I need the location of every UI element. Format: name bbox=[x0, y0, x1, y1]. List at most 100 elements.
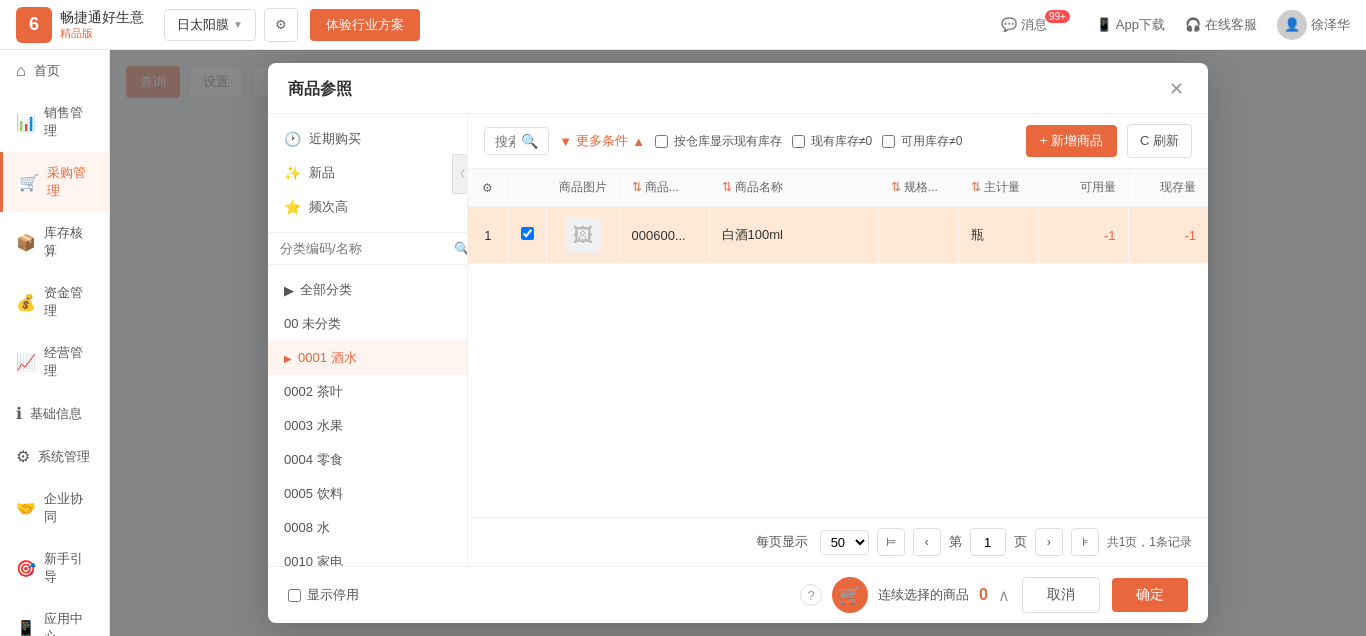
category-fruit-text: 0003 水果 bbox=[284, 417, 343, 435]
row-checkbox[interactable] bbox=[521, 227, 534, 240]
category-liquor[interactable]: ▶ 0001 酒水 bbox=[268, 341, 467, 375]
stock-ne0-checkbox[interactable] bbox=[792, 135, 805, 148]
category-beverage[interactable]: 0005 饮料 bbox=[268, 477, 467, 511]
th-unit[interactable]: ⇅ 主计量 bbox=[958, 169, 1038, 207]
category-snack-text: 0004 零食 bbox=[284, 451, 343, 469]
page-label: 第 bbox=[949, 533, 962, 551]
sidebar-item-finance[interactable]: 💰 资金管理 bbox=[0, 272, 109, 332]
finance-icon: 💰 bbox=[16, 293, 36, 312]
th-spec[interactable]: ⇅ 规格... bbox=[878, 169, 958, 207]
category-all[interactable]: ▶ 全部分类 bbox=[268, 273, 467, 307]
modal-right-panel: 🔍 ▼ 更多条件 ▲ 按仓库显示现有库存 bbox=[468, 114, 1208, 566]
category-search-input[interactable] bbox=[280, 241, 448, 256]
app-download-item[interactable]: 📱 App下载 bbox=[1096, 16, 1165, 34]
page-total-info: 共1页，1条记录 bbox=[1107, 534, 1192, 551]
category-tea[interactable]: 0002 茶叶 bbox=[268, 375, 467, 409]
sidebar-item-basics[interactable]: ℹ 基础信息 bbox=[0, 392, 109, 435]
warehouse-checkbox-group[interactable]: 按仓库显示现有库存 bbox=[655, 133, 782, 150]
help-icon[interactable]: ? bbox=[800, 584, 822, 606]
filter-button[interactable]: ▼ 更多条件 ▲ bbox=[559, 132, 645, 150]
collapse-button[interactable]: 《 bbox=[452, 154, 468, 194]
sidebar-system-label: 系统管理 bbox=[38, 448, 90, 466]
show-disabled-checkbox[interactable] bbox=[288, 589, 301, 602]
modal-title: 商品参照 bbox=[288, 79, 352, 100]
modal-close-button[interactable]: ✕ bbox=[1164, 77, 1188, 101]
th-code[interactable]: ⇅ 商品... bbox=[619, 169, 709, 207]
th-available: 可用量 bbox=[1038, 169, 1128, 207]
per-page-select[interactable]: 50 bbox=[820, 530, 869, 555]
add-goods-button[interactable]: + 新增商品 bbox=[1026, 125, 1117, 157]
cancel-button[interactable]: 取消 bbox=[1022, 577, 1100, 613]
confirm-button[interactable]: 确定 bbox=[1112, 578, 1188, 612]
category-snack[interactable]: 0004 零食 bbox=[268, 443, 467, 477]
sales-icon: 📊 bbox=[16, 113, 36, 132]
sidebar-item-sales[interactable]: 📊 销售管理 bbox=[0, 92, 109, 152]
row-checkbox-cell[interactable] bbox=[508, 207, 546, 264]
guide-icon: 🎯 bbox=[16, 559, 36, 578]
messages-label: 消息 bbox=[1021, 16, 1047, 34]
system-icon: ⚙ bbox=[16, 447, 30, 466]
th-settings[interactable]: ⚙ bbox=[468, 169, 508, 207]
online-service-item[interactable]: 🎧 在线客服 bbox=[1185, 16, 1257, 34]
cart-button[interactable]: 🛒 bbox=[832, 577, 868, 613]
sidebar-item-apps[interactable]: 📱 应用中心 bbox=[0, 598, 109, 636]
search-input-wrap: 🔍 bbox=[484, 127, 549, 155]
search-input[interactable] bbox=[495, 134, 515, 149]
show-disabled-group[interactable]: 显示停用 bbox=[288, 586, 359, 604]
category-uncategorized[interactable]: 00 未分类 bbox=[268, 307, 467, 341]
category-water[interactable]: 0008 水 bbox=[268, 511, 467, 545]
settings-icon-btn[interactable]: ⚙ bbox=[264, 8, 298, 42]
stock-ne0-checkbox-group[interactable]: 现有库存≠0 bbox=[792, 133, 872, 150]
page-number-input[interactable] bbox=[970, 528, 1006, 556]
store-selector[interactable]: 日太阳膜 ▼ bbox=[164, 9, 256, 41]
page-next-btn[interactable]: › bbox=[1035, 528, 1063, 556]
page-content: 查询 设置 刷新 商品参照 ✕ 🕐 bbox=[110, 50, 1366, 636]
sidebar-purchase-label: 采购管理 bbox=[47, 164, 93, 200]
logo-text-block: 畅捷通好生意 精品版 bbox=[60, 8, 144, 41]
category-fruit[interactable]: 0003 水果 bbox=[268, 409, 467, 443]
cart-collapse-arrow[interactable]: ∧ bbox=[998, 586, 1010, 605]
category-search-icon[interactable]: 🔍 bbox=[454, 241, 468, 256]
sidebar-item-system[interactable]: ⚙ 系统管理 bbox=[0, 435, 109, 478]
messages-item[interactable]: 💬 消息 99+ bbox=[1001, 16, 1076, 34]
table-row[interactable]: 1 🖼 bbox=[468, 207, 1208, 264]
inventory-icon: 📦 bbox=[16, 233, 36, 252]
avail-ne0-checkbox-group[interactable]: 可用库存≠0 bbox=[882, 133, 962, 150]
store-dropdown-arrow: ▼ bbox=[233, 19, 243, 30]
sidebar-guide-label: 新手引导 bbox=[44, 550, 93, 586]
sidebar-item-home[interactable]: ⌂ 首页 bbox=[0, 50, 109, 92]
quick-link-new[interactable]: ✨ 新品 bbox=[268, 156, 467, 190]
th-code-label: 商品... bbox=[645, 180, 679, 194]
th-name[interactable]: ⇅ 商品名称 bbox=[709, 169, 878, 207]
category-search: 🔍 bbox=[268, 233, 467, 265]
user-area[interactable]: 👤 徐泽华 bbox=[1277, 10, 1350, 40]
page-prev-btn[interactable]: ‹ bbox=[913, 528, 941, 556]
sidebar-item-guide[interactable]: 🎯 新手引导 bbox=[0, 538, 109, 598]
category-appliance[interactable]: 0010 家电 bbox=[268, 545, 467, 566]
data-table: ⚙ 商品图片 ⇅ 商品... bbox=[468, 169, 1208, 517]
modal-header: 商品参照 ✕ bbox=[268, 63, 1208, 114]
sidebar-item-purchase[interactable]: 🛒 采购管理 bbox=[0, 152, 109, 212]
sidebar-item-inventory[interactable]: 📦 库存核算 bbox=[0, 212, 109, 272]
app-name: 畅捷通好生意 bbox=[60, 8, 144, 26]
experience-button[interactable]: 体验行业方案 bbox=[310, 9, 420, 41]
refresh-button[interactable]: C 刷新 bbox=[1127, 124, 1192, 158]
avail-ne0-label: 可用库存≠0 bbox=[901, 133, 962, 150]
page-last-btn[interactable]: ⊧ bbox=[1071, 528, 1099, 556]
warehouse-checkbox[interactable] bbox=[655, 135, 668, 148]
product-img-placeholder: 🖼 bbox=[573, 224, 593, 247]
sidebar-inventory-label: 库存核算 bbox=[44, 224, 93, 260]
sidebar-apps-label: 应用中心 bbox=[44, 610, 93, 636]
row-image-cell: 🖼 bbox=[546, 207, 619, 264]
sidebar-item-operations[interactable]: 📈 经营管理 bbox=[0, 332, 109, 392]
search-submit-icon[interactable]: 🔍 bbox=[521, 133, 538, 149]
message-icon: 💬 bbox=[1001, 17, 1017, 32]
avail-ne0-checkbox[interactable] bbox=[882, 135, 895, 148]
quick-link-frequent[interactable]: ⭐ 频次高 bbox=[268, 190, 467, 224]
goods-table: ⚙ 商品图片 ⇅ 商品... bbox=[468, 169, 1208, 264]
username: 徐泽华 bbox=[1311, 16, 1350, 34]
app-download-label: App下载 bbox=[1116, 16, 1165, 34]
page-first-btn[interactable]: ⊨ bbox=[877, 528, 905, 556]
sidebar-item-enterprise[interactable]: 🤝 企业协同 bbox=[0, 478, 109, 538]
quick-link-recent[interactable]: 🕐 近期购买 bbox=[268, 122, 467, 156]
